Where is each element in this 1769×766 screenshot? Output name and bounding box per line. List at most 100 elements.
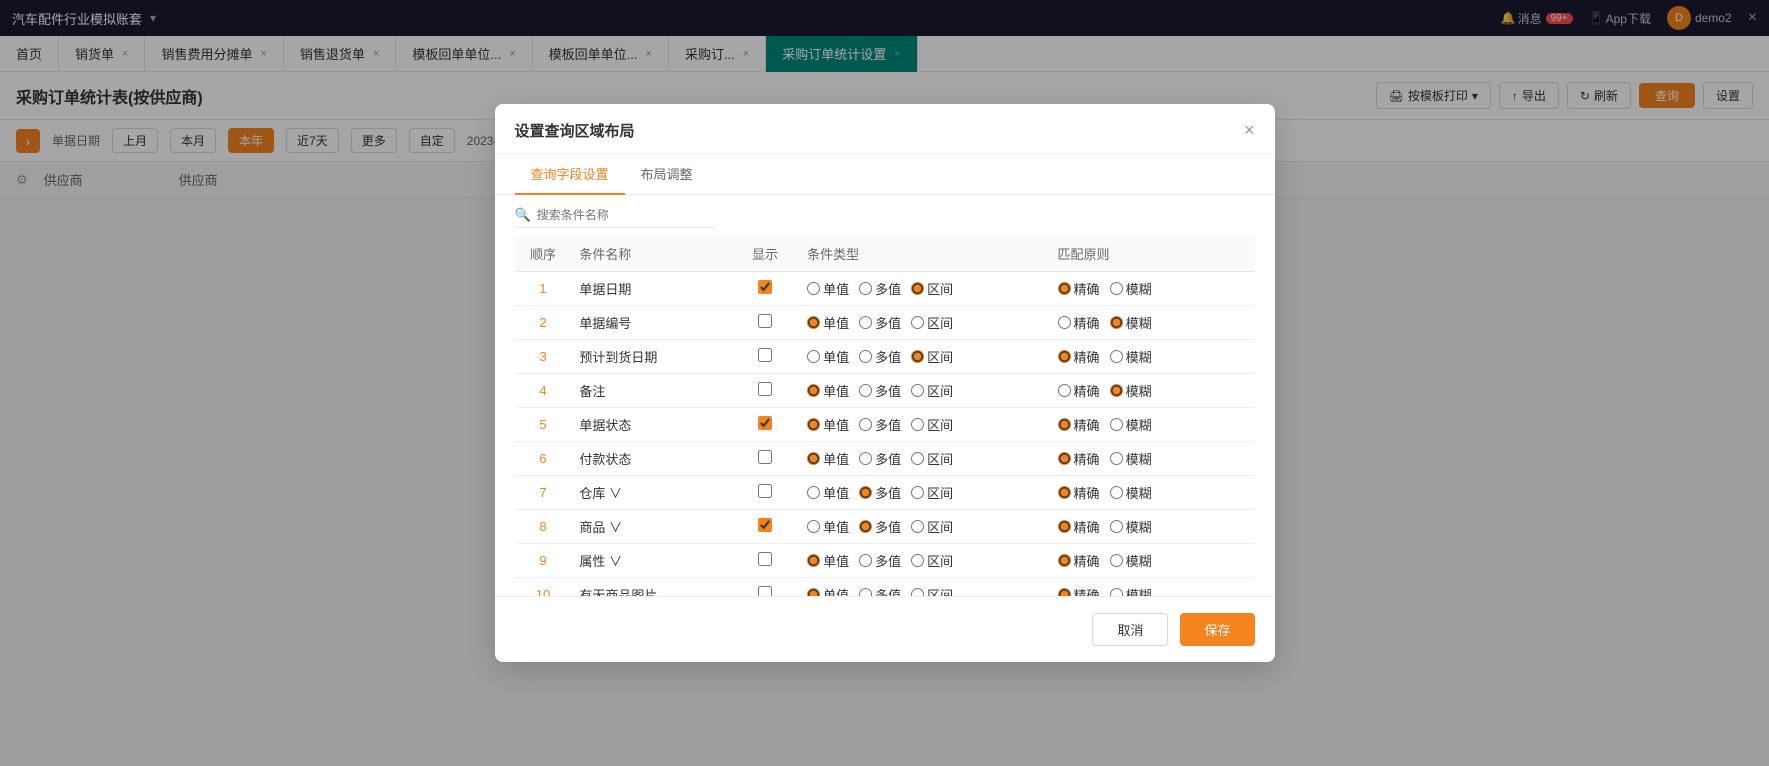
match-radio-模糊-8[interactable] [1110,520,1123,533]
match-option-精确[interactable]: 精确 [1058,449,1100,468]
cell-show[interactable] [731,476,799,510]
match-option-模糊[interactable]: 模糊 [1110,517,1152,536]
show-checkbox-5[interactable] [758,416,772,430]
match-radio-模糊-9[interactable] [1110,554,1123,567]
match-radio-精确-6[interactable] [1058,452,1071,465]
match-option-模糊[interactable]: 模糊 [1110,381,1152,400]
match-option-模糊[interactable]: 模糊 [1110,415,1152,434]
match-radio-精确-4[interactable] [1058,384,1071,397]
match-option-精确[interactable]: 精确 [1058,415,1100,434]
cell-show[interactable] [731,442,799,476]
type-option-区间[interactable]: 区间 [911,313,953,332]
type-option-单值[interactable]: 单值 [807,449,849,468]
type-radio-区间-1[interactable] [911,282,924,295]
type-radio-多值-10[interactable] [859,588,872,596]
match-option-模糊[interactable]: 模糊 [1110,279,1152,298]
match-option-精确[interactable]: 精确 [1058,551,1100,570]
type-radio-单值-8[interactable] [807,520,820,533]
type-option-单值[interactable]: 单值 [807,517,849,536]
type-option-多值[interactable]: 多值 [859,551,901,570]
dialog-tab-query-fields[interactable]: 查询字段设置 [515,154,625,195]
dialog-close-button[interactable]: × [1244,120,1255,141]
match-radio-模糊-3[interactable] [1110,350,1123,363]
show-checkbox-2[interactable] [758,314,772,328]
match-option-精确[interactable]: 精确 [1058,313,1100,332]
type-option-单值[interactable]: 单值 [807,347,849,366]
type-radio-区间-6[interactable] [911,452,924,465]
match-radio-精确-7[interactable] [1058,486,1071,499]
type-radio-区间-3[interactable] [911,350,924,363]
type-option-多值[interactable]: 多值 [859,517,901,536]
type-option-多值[interactable]: 多值 [859,279,901,298]
type-option-单值[interactable]: 单值 [807,279,849,298]
type-radio-单值-4[interactable] [807,384,820,397]
type-radio-单值-5[interactable] [807,418,820,431]
match-radio-模糊-6[interactable] [1110,452,1123,465]
type-radio-单值-2[interactable] [807,316,820,329]
type-radio-区间-7[interactable] [911,486,924,499]
match-radio-精确-3[interactable] [1058,350,1071,363]
type-radio-区间-10[interactable] [911,588,924,596]
match-radio-模糊-10[interactable] [1110,588,1123,596]
match-radio-精确-10[interactable] [1058,588,1071,596]
type-option-区间[interactable]: 区间 [911,347,953,366]
match-option-模糊[interactable]: 模糊 [1110,449,1152,468]
match-radio-精确-2[interactable] [1058,316,1071,329]
type-option-区间[interactable]: 区间 [911,279,953,298]
show-checkbox-3[interactable] [758,348,772,362]
match-radio-精确-5[interactable] [1058,418,1071,431]
show-checkbox-7[interactable] [758,484,772,498]
type-radio-区间-2[interactable] [911,316,924,329]
cell-show[interactable] [731,306,799,340]
match-radio-模糊-7[interactable] [1110,486,1123,499]
type-option-区间[interactable]: 区间 [911,551,953,570]
type-radio-单值-1[interactable] [807,282,820,295]
type-radio-多值-8[interactable] [859,520,872,533]
match-option-精确[interactable]: 精确 [1058,279,1100,298]
type-radio-多值-2[interactable] [859,316,872,329]
match-option-精确[interactable]: 精确 [1058,483,1100,502]
cell-show[interactable] [731,272,799,306]
type-option-区间[interactable]: 区间 [911,381,953,400]
type-radio-区间-9[interactable] [911,554,924,567]
type-option-多值[interactable]: 多值 [859,415,901,434]
show-checkbox-8[interactable] [758,518,772,532]
type-radio-多值-3[interactable] [859,350,872,363]
type-option-区间[interactable]: 区间 [911,483,953,502]
match-option-模糊[interactable]: 模糊 [1110,313,1152,332]
cancel-button[interactable]: 取消 [1092,613,1168,646]
type-option-单值[interactable]: 单值 [807,415,849,434]
type-radio-区间-5[interactable] [911,418,924,431]
cell-show[interactable] [731,578,799,597]
show-checkbox-9[interactable] [758,552,772,566]
type-option-多值[interactable]: 多值 [859,483,901,502]
type-option-多值[interactable]: 多值 [859,449,901,468]
cell-show[interactable] [731,510,799,544]
match-radio-精确-8[interactable] [1058,520,1071,533]
type-radio-多值-1[interactable] [859,282,872,295]
match-option-精确[interactable]: 精确 [1058,585,1100,596]
cell-show[interactable] [731,544,799,578]
match-option-模糊[interactable]: 模糊 [1110,347,1152,366]
match-radio-模糊-2[interactable] [1110,316,1123,329]
type-option-单值[interactable]: 单值 [807,381,849,400]
type-option-区间[interactable]: 区间 [911,517,953,536]
show-checkbox-4[interactable] [758,382,772,396]
type-option-区间[interactable]: 区间 [911,449,953,468]
cell-show[interactable] [731,374,799,408]
type-option-区间[interactable]: 区间 [911,415,953,434]
dialog-tab-layout[interactable]: 布局调整 [625,154,709,195]
match-radio-精确-1[interactable] [1058,282,1071,295]
type-radio-多值-9[interactable] [859,554,872,567]
type-radio-单值-3[interactable] [807,350,820,363]
match-radio-模糊-4[interactable] [1110,384,1123,397]
show-checkbox-10[interactable] [758,586,772,596]
show-checkbox-1[interactable] [758,280,772,294]
match-radio-模糊-5[interactable] [1110,418,1123,431]
type-radio-多值-5[interactable] [859,418,872,431]
match-option-精确[interactable]: 精确 [1058,381,1100,400]
match-option-精确[interactable]: 精确 [1058,347,1100,366]
type-option-单值[interactable]: 单值 [807,483,849,502]
type-option-多值[interactable]: 多值 [859,347,901,366]
save-button[interactable]: 保存 [1180,613,1254,646]
